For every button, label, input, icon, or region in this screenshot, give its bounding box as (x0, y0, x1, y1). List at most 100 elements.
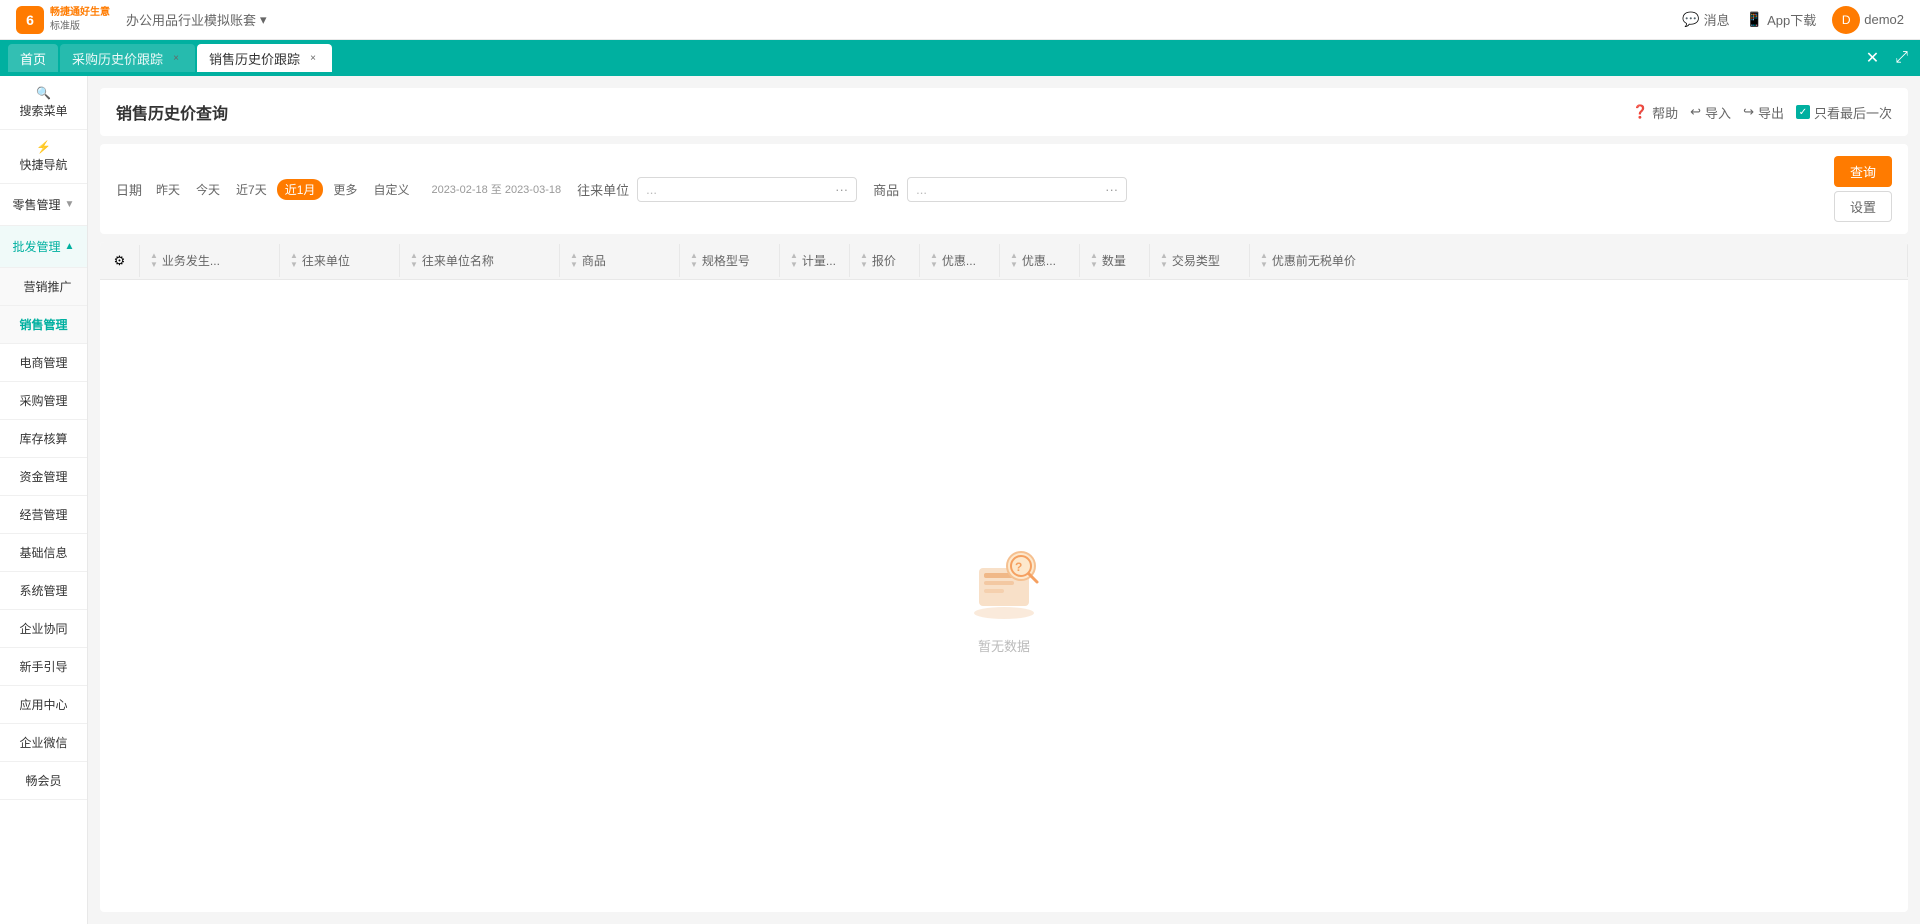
th-spec[interactable]: ▲ ▼ 规格型号 (680, 244, 780, 277)
th-quote[interactable]: ▲ ▼ 报价 (850, 244, 920, 277)
empty-svg: ? (959, 538, 1049, 628)
date-btn-last1m[interactable]: 近1月 (277, 179, 324, 200)
date-btn-last7[interactable]: 近7天 (230, 179, 273, 200)
date-label: 日期 (116, 180, 142, 199)
sidebar-item-finance[interactable]: 资金管理 (0, 458, 87, 496)
only-last-checkbox[interactable]: ✓ 只看最后一次 (1796, 103, 1892, 122)
user-area[interactable]: D demo2 (1832, 6, 1904, 34)
product-placeholder: ... (916, 182, 927, 197)
checkbox-icon: ✓ (1796, 105, 1810, 119)
sidebar-item-wholesale[interactable]: 批发管理 ▲ (0, 226, 87, 268)
sidebar-item-retail[interactable]: 零售管理 ▼ (0, 184, 87, 226)
table-settings-icon[interactable]: ⚙ (100, 245, 140, 277)
sidebar-item-quick[interactable]: ⚡ 快捷导航 (0, 130, 87, 184)
page-actions: ❓ 帮助 ↩ 导入 ↪ 导出 ✓ 只看最后一次 (1632, 103, 1892, 122)
import-btn[interactable]: ↩ 导入 (1690, 103, 1731, 122)
tab-purchase[interactable]: 采购历史价跟踪 × (60, 44, 195, 72)
date-btn-more[interactable]: 更多 (327, 179, 363, 200)
help-icon: ❓ (1632, 104, 1648, 120)
product-ellipsis[interactable]: ··· (1105, 182, 1118, 197)
logo-icon: 6 (16, 6, 44, 34)
th-product[interactable]: ▲ ▼ 商品 (560, 244, 680, 277)
product-input[interactable]: ... ··· (907, 177, 1127, 202)
app-selector[interactable]: 办公用品行业模拟账套 ▾ (118, 6, 275, 33)
close-tab-btn[interactable]: ✕ (1862, 46, 1883, 70)
help-btn[interactable]: ❓ 帮助 (1632, 103, 1678, 122)
content-area: 销售历史价查询 ❓ 帮助 ↩ 导入 ↪ 导出 ✓ 只看最后一次 (88, 76, 1920, 924)
empty-text: 暂无数据 (978, 636, 1030, 655)
main-layout: 🔍 搜索菜单 ⚡ 快捷导航 零售管理 ▼ 批发管理 ▲ 营销推广 销售管理 电商… (0, 76, 1920, 924)
sidebar-item-corp-wechat[interactable]: 企业微信 (0, 724, 87, 762)
sidebar-item-system[interactable]: 系统管理 (0, 572, 87, 610)
th-qty[interactable]: ▲ ▼ 数量 (1080, 244, 1150, 277)
table-container: ⚙ ▲ ▼ 业务发生... ▲ ▼ 往来单位 (100, 242, 1908, 912)
sidebar-item-operation[interactable]: 经营管理 (0, 496, 87, 534)
sort-quote: ▲ ▼ (860, 252, 868, 269)
source-ellipsis[interactable]: ··· (835, 182, 848, 197)
date-options: 昨天 今天 近7天 近1月 更多 自定义 (150, 179, 415, 200)
tab-home[interactable]: 首页 (8, 44, 58, 72)
query-button[interactable]: 查询 (1834, 156, 1892, 187)
date-btn-today[interactable]: 今天 (190, 179, 226, 200)
export-btn[interactable]: ↪ 导出 (1743, 103, 1784, 122)
th-discount1[interactable]: ▲ ▼ 优惠... (920, 244, 1000, 277)
sidebar-item-marketing[interactable]: 营销推广 (0, 268, 87, 306)
user-avatar: D (1832, 6, 1860, 34)
sidebar-item-app-center[interactable]: 应用中心 (0, 686, 87, 724)
th-unit-id[interactable]: ▲ ▼ 往来单位 (280, 244, 400, 277)
tab-sales[interactable]: 销售历史价跟踪 × (197, 44, 332, 72)
sort-discount1: ▲ ▼ (930, 252, 938, 269)
tab-sales-close[interactable]: × (306, 51, 320, 65)
sort-biz: ▲ ▼ (150, 252, 158, 269)
retail-arrow: ▼ (65, 199, 75, 210)
date-btn-custom[interactable]: 自定义 (367, 179, 415, 200)
search-icon: 🔍 (36, 86, 51, 100)
sort-qty: ▲ ▼ (1090, 252, 1098, 269)
app-title: 办公用品行业模拟账套 (126, 10, 256, 29)
app-download-btn[interactable]: 📱 App下载 (1746, 10, 1817, 29)
settings-button[interactable]: 设置 (1834, 191, 1892, 222)
message-btn[interactable]: 💬 消息 (1682, 10, 1729, 29)
source-placeholder: ... (646, 182, 657, 197)
th-unit-name[interactable]: ▲ ▼ 往来单位名称 (400, 244, 560, 277)
source-field: 往来单位 ... ··· (577, 177, 857, 202)
sort-spec: ▲ ▼ (690, 252, 698, 269)
date-range-display: 2023-02-18 至 2023-03-18 (431, 181, 561, 197)
sidebar: 🔍 搜索菜单 ⚡ 快捷导航 零售管理 ▼ 批发管理 ▲ 营销推广 销售管理 电商… (0, 76, 88, 924)
sidebar-item-inventory[interactable]: 库存核算 (0, 420, 87, 458)
dropdown-icon: ▾ (260, 12, 267, 28)
sidebar-item-ecommerce[interactable]: 电商管理 (0, 344, 87, 382)
sidebar-item-sales-mgmt[interactable]: 销售管理 (0, 306, 87, 344)
table-header: ⚙ ▲ ▼ 业务发生... ▲ ▼ 往来单位 (100, 242, 1908, 280)
search-bar: 日期 昨天 今天 近7天 近1月 更多 自定义 2023-02-18 至 202… (100, 144, 1908, 234)
svg-text:?: ? (1015, 560, 1022, 574)
date-btn-yesterday[interactable]: 昨天 (150, 179, 186, 200)
th-biz-date[interactable]: ▲ ▼ 业务发生... (140, 244, 280, 277)
sort-product: ▲ ▼ (570, 252, 578, 269)
th-discount2[interactable]: ▲ ▼ 优惠... (1000, 244, 1080, 277)
sidebar-item-guide[interactable]: 新手引导 (0, 648, 87, 686)
action-btns: 查询 设置 (1834, 156, 1892, 222)
gear-icon: ⚙ (114, 253, 126, 269)
sidebar-item-purchase[interactable]: 采购管理 (0, 382, 87, 420)
header-right: 💬 消息 📱 App下载 D demo2 (1682, 6, 1904, 34)
th-notax-price[interactable]: ▲ ▼ 优惠前无税单价 (1250, 244, 1908, 277)
sidebar-item-corp[interactable]: 企业协同 (0, 610, 87, 648)
tab-home-label: 首页 (20, 49, 46, 68)
sidebar-item-member[interactable]: 畅会员 (0, 762, 87, 800)
expand-btn[interactable]: ⤢ (1891, 47, 1912, 69)
sidebar-item-basic[interactable]: 基础信息 (0, 534, 87, 572)
tab-bar: 首页 采购历史价跟踪 × 销售历史价跟踪 × ✕ ⤢ (0, 40, 1920, 76)
th-measure[interactable]: ▲ ▼ 计量... (780, 244, 850, 277)
sort-unit-id: ▲ ▼ (290, 252, 298, 269)
import-icon: ↩ (1690, 104, 1701, 120)
product-label: 商品 (873, 180, 899, 199)
tab-sales-label: 销售历史价跟踪 (209, 49, 300, 68)
sidebar-item-search[interactable]: 🔍 搜索菜单 (0, 76, 87, 130)
sort-trade: ▲ ▼ (1160, 252, 1168, 269)
th-trade-type[interactable]: ▲ ▼ 交易类型 (1150, 244, 1250, 277)
source-input[interactable]: ... ··· (637, 177, 857, 202)
quick-icon: ⚡ (36, 140, 51, 154)
tab-purchase-close[interactable]: × (169, 51, 183, 65)
sort-discount2: ▲ ▼ (1010, 252, 1018, 269)
